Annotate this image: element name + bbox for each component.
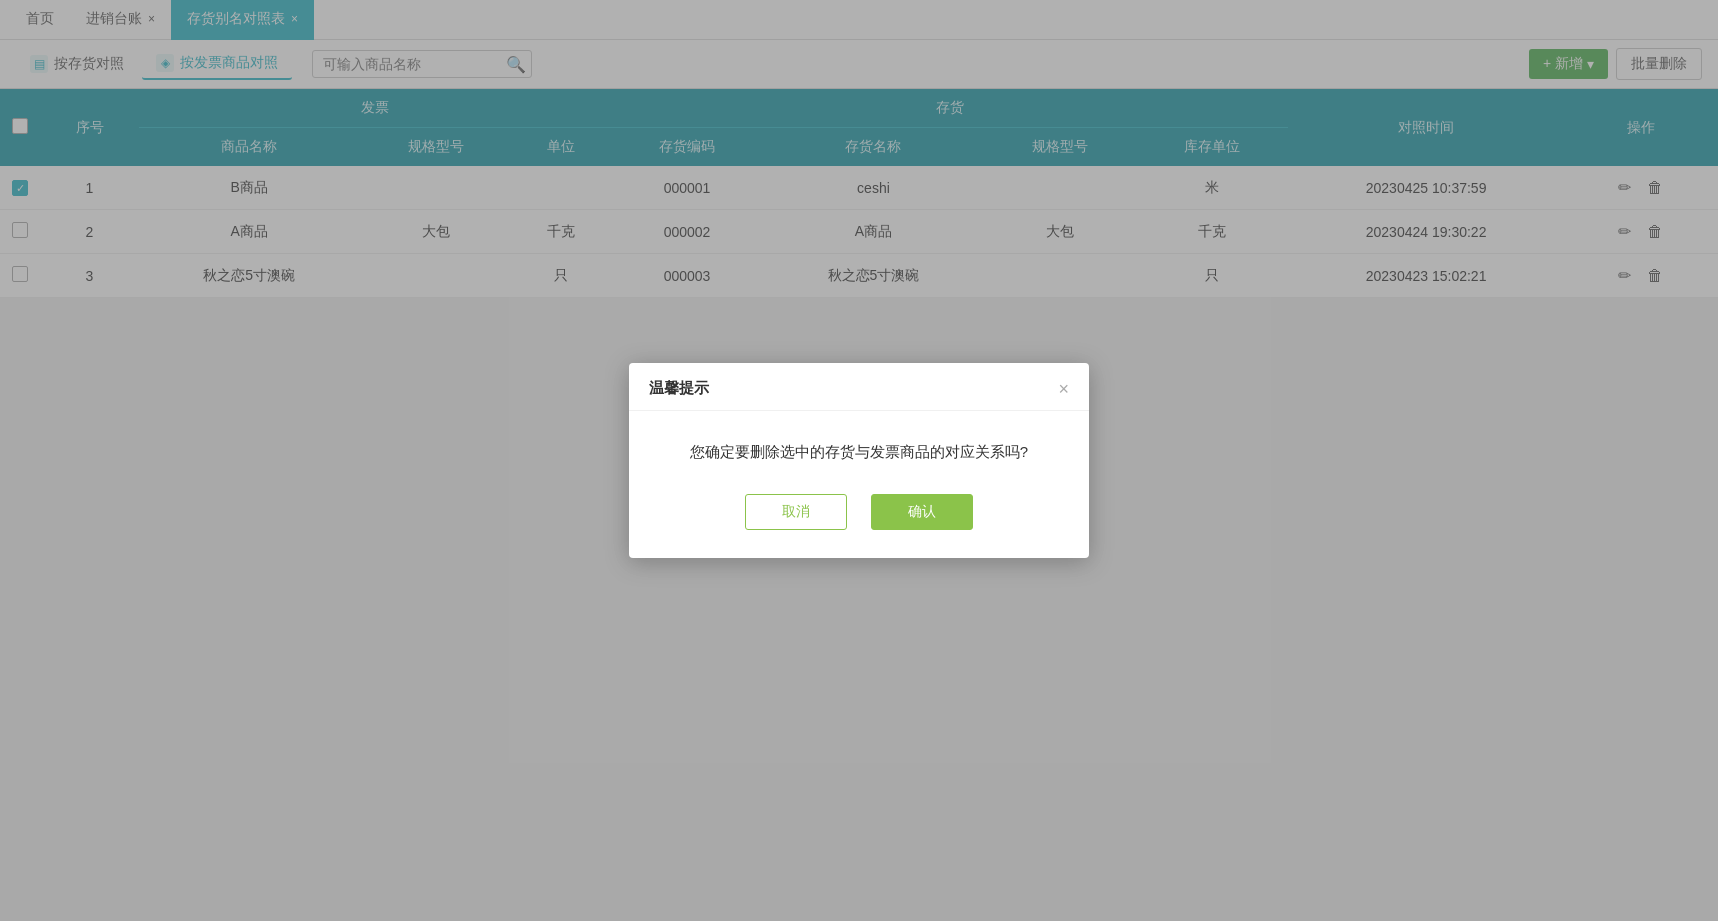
- modal-overlay: 温馨提示 × 您确定要删除选中的存货与发票商品的对应关系吗? 取消 确认: [0, 0, 1718, 298]
